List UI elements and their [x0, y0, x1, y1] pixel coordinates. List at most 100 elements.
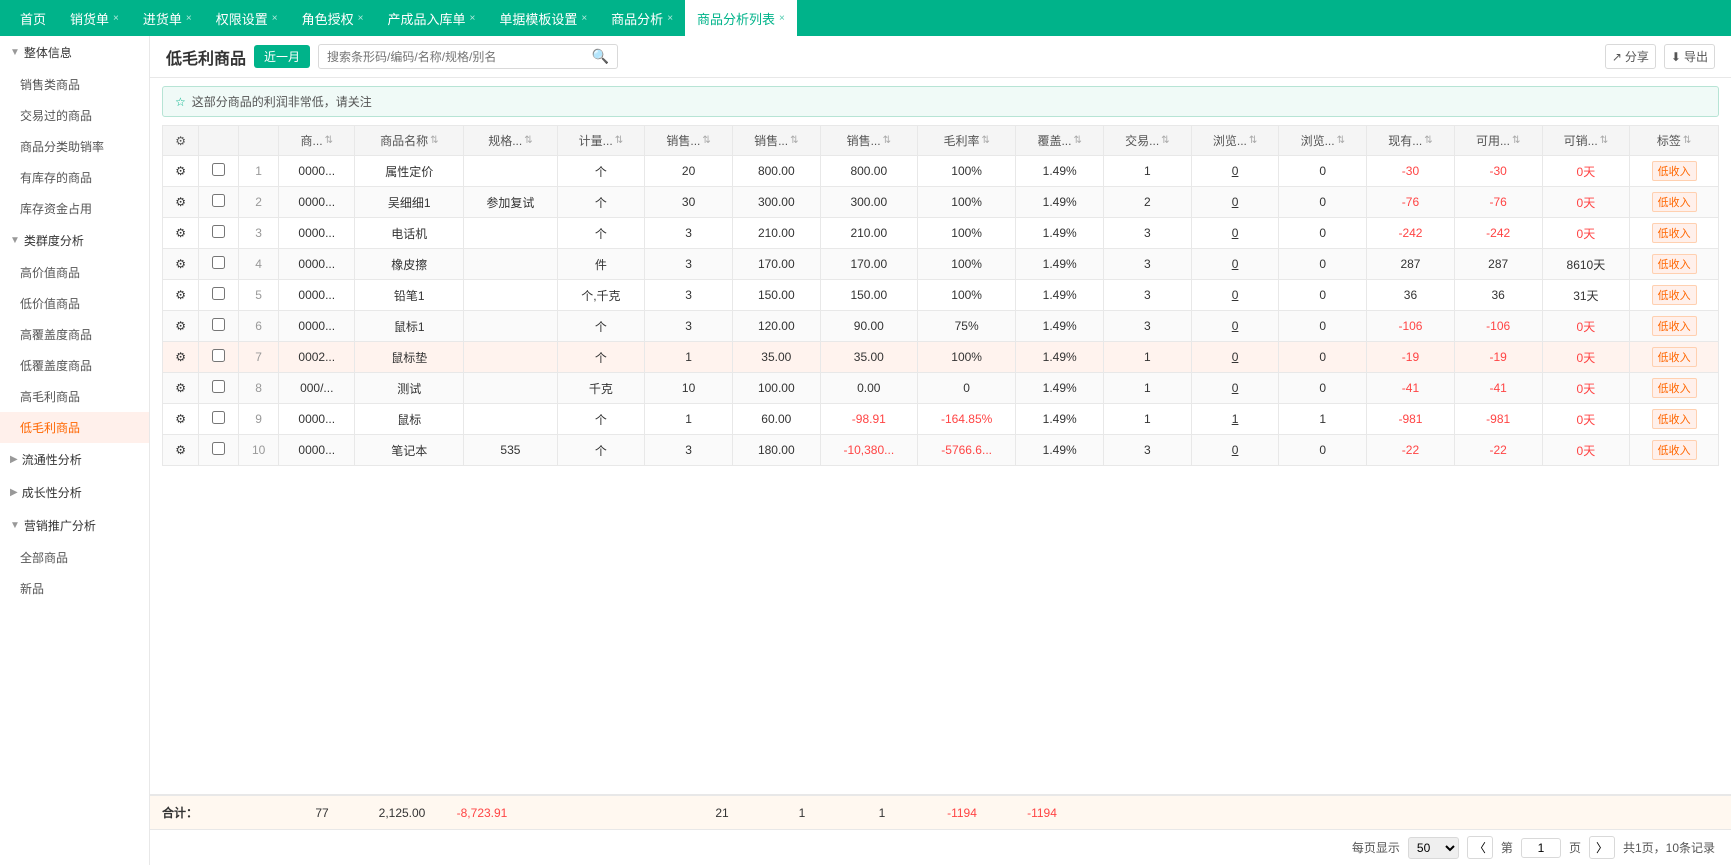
nav-close-icon[interactable]: ×	[113, 13, 119, 24]
table-cell-view1[interactable]: 0	[1191, 187, 1279, 218]
col-header-sales_price[interactable]: 销售... ⇅	[732, 126, 820, 156]
sidebar-item-低毛利商品[interactable]: 低毛利商品	[0, 412, 149, 443]
next-page-button[interactable]: 〉	[1589, 836, 1615, 859]
sidebar-group-营销推广分析[interactable]: ▼营销推广分析	[0, 509, 149, 542]
row-checkbox[interactable]	[212, 411, 225, 424]
nav-item-角色授权[interactable]: 角色授权×	[290, 0, 376, 36]
share-button[interactable]: ↗ 分享	[1605, 44, 1656, 69]
table-cell-checkbox[interactable]	[199, 218, 239, 249]
nav-close-icon[interactable]: ×	[358, 13, 364, 24]
row-checkbox[interactable]	[212, 225, 225, 238]
sidebar-item-新品[interactable]: 新品	[0, 573, 149, 604]
table-cell-settings[interactable]: ⚙	[163, 218, 199, 249]
col-header-view2[interactable]: 浏览... ⇅	[1279, 126, 1367, 156]
table-cell-view1[interactable]: 0	[1191, 156, 1279, 187]
table-cell-checkbox[interactable]	[199, 435, 239, 466]
table-cell-view1[interactable]: 0	[1191, 311, 1279, 342]
table-cell-checkbox[interactable]	[199, 280, 239, 311]
nav-item-进货单[interactable]: 进货单×	[131, 0, 204, 36]
row-checkbox[interactable]	[212, 194, 225, 207]
sidebar-item-低覆盖度商品[interactable]: 低覆盖度商品	[0, 350, 149, 381]
sidebar-item-库存资金占用[interactable]: 库存资金占用	[0, 193, 149, 224]
table-cell-checkbox[interactable]	[199, 311, 239, 342]
row-checkbox[interactable]	[212, 287, 225, 300]
table-cell-checkbox[interactable]	[199, 373, 239, 404]
export-button[interactable]: ⬇ 导出	[1664, 44, 1715, 69]
prev-page-button[interactable]: 〈	[1467, 836, 1493, 859]
col-header-available[interactable]: 可用... ⇅	[1454, 126, 1542, 156]
table-cell-checkbox[interactable]	[199, 156, 239, 187]
sidebar-item-有库存的商品[interactable]: 有库存的商品	[0, 162, 149, 193]
col-header-current_stock[interactable]: 现有... ⇅	[1367, 126, 1455, 156]
row-checkbox[interactable]	[212, 256, 225, 269]
nav-close-icon[interactable]: ×	[186, 13, 192, 24]
nav-close-icon[interactable]: ×	[779, 13, 785, 24]
sidebar-item-全部商品[interactable]: 全部商品	[0, 542, 149, 573]
table-cell-settings[interactable]: ⚙	[163, 404, 199, 435]
sidebar-item-高覆盖度商品[interactable]: 高覆盖度商品	[0, 319, 149, 350]
col-header-trade[interactable]: 交易... ⇅	[1104, 126, 1192, 156]
table-cell-checkbox[interactable]	[199, 187, 239, 218]
nav-close-icon[interactable]: ×	[272, 13, 278, 24]
sidebar-item-高价值商品[interactable]: 高价值商品	[0, 257, 149, 288]
nav-item-商品分析列表[interactable]: 商品分析列表×	[685, 0, 797, 36]
date-filter-button[interactable]: 近一月	[254, 45, 310, 68]
nav-item-单据模板设置[interactable]: 单据模板设置×	[487, 0, 599, 36]
table-cell-settings[interactable]: ⚙	[163, 342, 199, 373]
sidebar-group-整体信息[interactable]: ▼整体信息	[0, 36, 149, 69]
table-cell-checkbox[interactable]	[199, 342, 239, 373]
col-header-sales_count[interactable]: 销售... ⇅	[645, 126, 733, 156]
table-cell-settings[interactable]: ⚙	[163, 435, 199, 466]
row-checkbox[interactable]	[212, 318, 225, 331]
sidebar-group-成长性分析[interactable]: ▶成长性分析	[0, 476, 149, 509]
nav-item-商品分析[interactable]: 商品分析×	[599, 0, 685, 36]
nav-item-产成品入库单[interactable]: 产成品入库单×	[375, 0, 487, 36]
table-cell-settings[interactable]: ⚙	[163, 187, 199, 218]
table-wrapper[interactable]: ⚙商... ⇅商品名称 ⇅规格... ⇅计量... ⇅销售... ⇅销售... …	[150, 125, 1731, 794]
sidebar-item-交易过的商品[interactable]: 交易过的商品	[0, 100, 149, 131]
sidebar-item-低价值商品[interactable]: 低价值商品	[0, 288, 149, 319]
nav-close-icon[interactable]: ×	[469, 13, 475, 24]
row-checkbox[interactable]	[212, 349, 225, 362]
table-cell-settings[interactable]: ⚙	[163, 280, 199, 311]
row-checkbox[interactable]	[212, 380, 225, 393]
table-cell-view1[interactable]: 0	[1191, 218, 1279, 249]
nav-item-首页[interactable]: 首页	[8, 0, 58, 36]
nav-close-icon[interactable]: ×	[581, 13, 587, 24]
col-header-gross_rate[interactable]: 毛利率 ⇅	[917, 126, 1015, 156]
table-cell-view1[interactable]: 0	[1191, 342, 1279, 373]
table-cell-view1[interactable]: 0	[1191, 280, 1279, 311]
col-header-saleable[interactable]: 可销... ⇅	[1542, 126, 1630, 156]
table-cell-settings[interactable]: ⚙	[163, 373, 199, 404]
row-checkbox[interactable]	[212, 163, 225, 176]
sidebar-item-高毛利商品[interactable]: 高毛利商品	[0, 381, 149, 412]
sidebar-group-类群度分析[interactable]: ▼类群度分析	[0, 224, 149, 257]
col-header-spec[interactable]: 规格... ⇅	[464, 126, 557, 156]
row-checkbox[interactable]	[212, 442, 225, 455]
table-cell-settings[interactable]: ⚙	[163, 249, 199, 280]
col-header-coverage[interactable]: 覆盖... ⇅	[1016, 126, 1104, 156]
table-cell-view1[interactable]: 0	[1191, 435, 1279, 466]
table-cell-settings[interactable]: ⚙	[163, 156, 199, 187]
table-cell-view1[interactable]: 0	[1191, 249, 1279, 280]
sidebar-item-商品分类助销率[interactable]: 商品分类助销率	[0, 131, 149, 162]
nav-item-权限设置[interactable]: 权限设置×	[204, 0, 290, 36]
nav-item-销货单[interactable]: 销货单×	[58, 0, 131, 36]
table-cell-view1[interactable]: 0	[1191, 373, 1279, 404]
col-header-name[interactable]: 商品名称 ⇅	[355, 126, 464, 156]
search-input[interactable]	[327, 50, 592, 64]
table-cell-checkbox[interactable]	[199, 249, 239, 280]
search-icon[interactable]: 🔍	[592, 48, 609, 65]
col-header-unit[interactable]: 计量... ⇅	[557, 126, 645, 156]
sidebar-item-销售类商品[interactable]: 销售类商品	[0, 69, 149, 100]
col-header-code[interactable]: 商... ⇅	[279, 126, 355, 156]
page-number-input[interactable]	[1521, 838, 1561, 858]
sidebar-group-流通性分析[interactable]: ▶流通性分析	[0, 443, 149, 476]
table-cell-settings[interactable]: ⚙	[163, 311, 199, 342]
col-header-sales_amount[interactable]: 销售... ⇅	[820, 126, 917, 156]
nav-close-icon[interactable]: ×	[667, 13, 673, 24]
col-header-view1[interactable]: 浏览... ⇅	[1191, 126, 1279, 156]
col-header-tag[interactable]: 标签 ⇅	[1630, 126, 1719, 156]
page-size-select[interactable]: 50 100 200	[1408, 837, 1459, 859]
table-cell-checkbox[interactable]	[199, 404, 239, 435]
